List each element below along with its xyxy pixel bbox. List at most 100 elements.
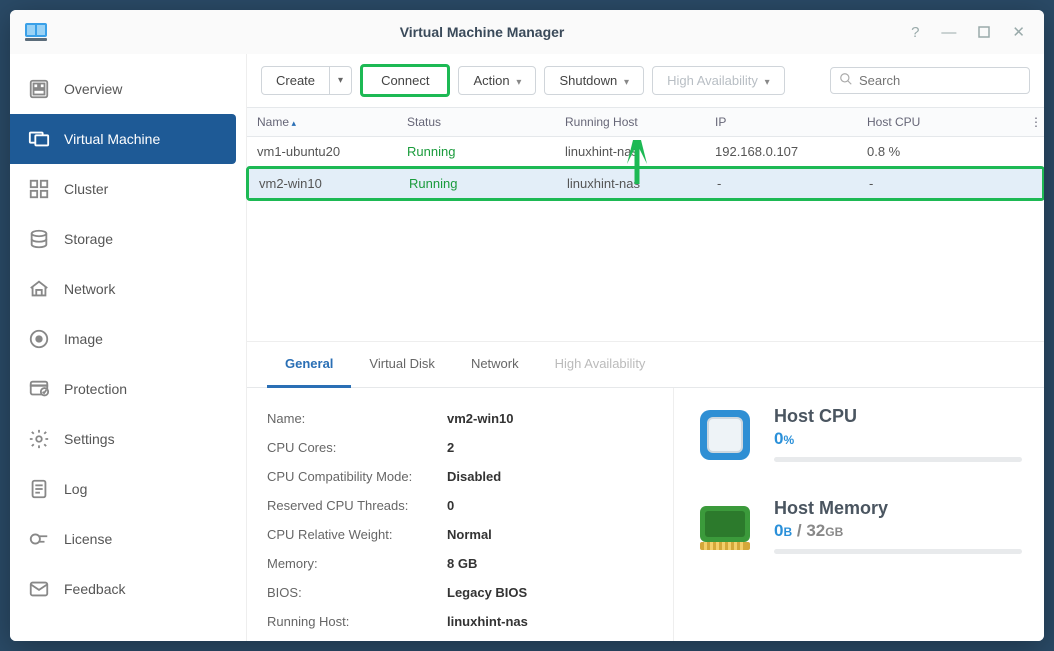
tab-general[interactable]: General	[267, 342, 351, 388]
prop-key: CPU Compatibility Mode:	[267, 469, 447, 484]
prop-key: Reserved CPU Threads:	[267, 498, 447, 513]
memory-icon	[696, 498, 754, 556]
sidebar-label: Log	[64, 481, 87, 497]
sidebar-item-overview[interactable]: Overview	[10, 64, 246, 114]
cell-ip: -	[707, 169, 859, 198]
details-panel: General Virtual Disk Network High Availa…	[247, 341, 1044, 641]
sidebar-item-network[interactable]: Network	[10, 264, 246, 314]
protection-icon	[28, 378, 50, 400]
app-window: Virtual Machine Manager ? — ✕ Overview V…	[10, 10, 1044, 641]
help-icon[interactable]: ?	[906, 24, 924, 40]
table-header: Name Status Running Host IP Host CPU ⋮	[247, 107, 1044, 137]
meters-panel: Host CPU 0% Host Memory 0B	[674, 388, 1044, 641]
cell-name: vm2-win10	[249, 169, 399, 198]
search-icon	[839, 72, 853, 89]
minimize-icon[interactable]: —	[936, 24, 961, 40]
cell-status: Running	[399, 169, 557, 198]
prop-value: linuxhint-nas	[447, 614, 528, 629]
annotation-arrow-icon	[625, 140, 649, 186]
toolbar: Create▾ Connect Action Shutdown High Ava…	[247, 54, 1044, 107]
prop-key: BIOS:	[267, 585, 447, 600]
overview-icon	[28, 78, 50, 100]
prop-value: Normal	[447, 527, 492, 542]
sidebar-label: Settings	[64, 431, 115, 447]
prop-value: 8 GB	[447, 556, 477, 571]
sidebar-item-cluster[interactable]: Cluster	[10, 164, 246, 214]
cluster-icon	[28, 178, 50, 200]
cell-ip: 192.168.0.107	[705, 137, 857, 166]
sidebar-label: License	[64, 531, 112, 547]
meter-title: Host CPU	[774, 406, 1022, 427]
window-title: Virtual Machine Manager	[58, 24, 906, 40]
action-button[interactable]: Action	[458, 66, 536, 95]
prop-value: 2	[447, 440, 454, 455]
annotation-highlight: Connect	[360, 64, 450, 97]
main-panel: Create▾ Connect Action Shutdown High Ava…	[246, 54, 1044, 641]
connect-button[interactable]: Connect	[363, 67, 447, 94]
col-status[interactable]: Status	[397, 108, 555, 136]
prop-key: CPU Cores:	[267, 440, 447, 455]
storage-icon	[28, 228, 50, 250]
sidebar-item-feedback[interactable]: Feedback	[10, 564, 246, 614]
sidebar-label: Feedback	[64, 581, 125, 597]
properties-list: Name:vm2-win10 CPU Cores:2 CPU Compatibi…	[247, 388, 674, 641]
create-split-button[interactable]: Create▾	[261, 66, 352, 95]
tab-virtual-disk[interactable]: Virtual Disk	[351, 342, 453, 387]
cell-cpu: -	[859, 169, 1018, 198]
search-box[interactable]	[830, 67, 1030, 94]
col-running-host[interactable]: Running Host	[555, 108, 705, 136]
app-icon	[24, 20, 48, 44]
sidebar-item-settings[interactable]: Settings	[10, 414, 246, 464]
create-button[interactable]: Create	[261, 66, 330, 95]
sidebar-label: Storage	[64, 231, 113, 247]
sidebar: Overview Virtual Machine Cluster Storage…	[10, 54, 246, 641]
cell-name: vm1-ubuntu20	[247, 137, 397, 166]
detail-tabs: General Virtual Disk Network High Availa…	[247, 342, 1044, 388]
sidebar-item-license[interactable]: License	[10, 514, 246, 564]
sidebar-item-virtual-machine[interactable]: Virtual Machine	[10, 114, 236, 164]
prop-key: CPU Relative Weight:	[267, 527, 447, 542]
prop-value: Legacy BIOS	[447, 585, 527, 600]
sidebar-label: Cluster	[64, 181, 108, 197]
meter-bar	[774, 457, 1022, 462]
cpu-icon	[696, 406, 754, 464]
close-icon[interactable]: ✕	[1007, 24, 1030, 40]
create-dropdown-icon[interactable]: ▾	[330, 66, 352, 95]
network-icon	[28, 278, 50, 300]
sidebar-label: Virtual Machine	[64, 131, 160, 147]
shutdown-button[interactable]: Shutdown	[544, 66, 644, 95]
host-cpu-meter: Host CPU 0%	[696, 406, 1022, 464]
image-icon	[28, 328, 50, 350]
search-input[interactable]	[859, 73, 1021, 88]
col-more-icon[interactable]: ⋮	[1020, 108, 1044, 136]
sidebar-item-storage[interactable]: Storage	[10, 214, 246, 264]
sidebar-label: Network	[64, 281, 115, 297]
col-ip[interactable]: IP	[705, 108, 857, 136]
prop-key: Name:	[267, 411, 447, 426]
meter-bar	[774, 549, 1022, 554]
sidebar-label: Image	[64, 331, 103, 347]
high-availability-button[interactable]: High Availability	[652, 66, 785, 95]
settings-icon	[28, 428, 50, 450]
sidebar-item-log[interactable]: Log	[10, 464, 246, 514]
feedback-icon	[28, 578, 50, 600]
prop-value: Disabled	[447, 469, 501, 484]
tab-high-availability[interactable]: High Availability	[537, 342, 664, 387]
host-memory-meter: Host Memory 0B / 32GB	[696, 498, 1022, 556]
meter-total: 32	[806, 521, 825, 540]
tab-network[interactable]: Network	[453, 342, 537, 387]
meter-total-unit: GB	[825, 525, 843, 539]
log-icon	[28, 478, 50, 500]
vm-icon	[28, 128, 50, 150]
sidebar-item-image[interactable]: Image	[10, 314, 246, 364]
sidebar-label: Overview	[64, 81, 122, 97]
col-name[interactable]: Name	[247, 108, 397, 136]
meter-unit: %	[783, 433, 794, 447]
meter-used-unit: B	[783, 525, 792, 539]
prop-value: vm2-win10	[447, 411, 513, 426]
maximize-icon[interactable]	[973, 24, 995, 40]
meter-title: Host Memory	[774, 498, 1022, 519]
prop-key: Memory:	[267, 556, 447, 571]
sidebar-item-protection[interactable]: Protection	[10, 364, 246, 414]
col-host-cpu[interactable]: Host CPU	[857, 108, 1020, 136]
